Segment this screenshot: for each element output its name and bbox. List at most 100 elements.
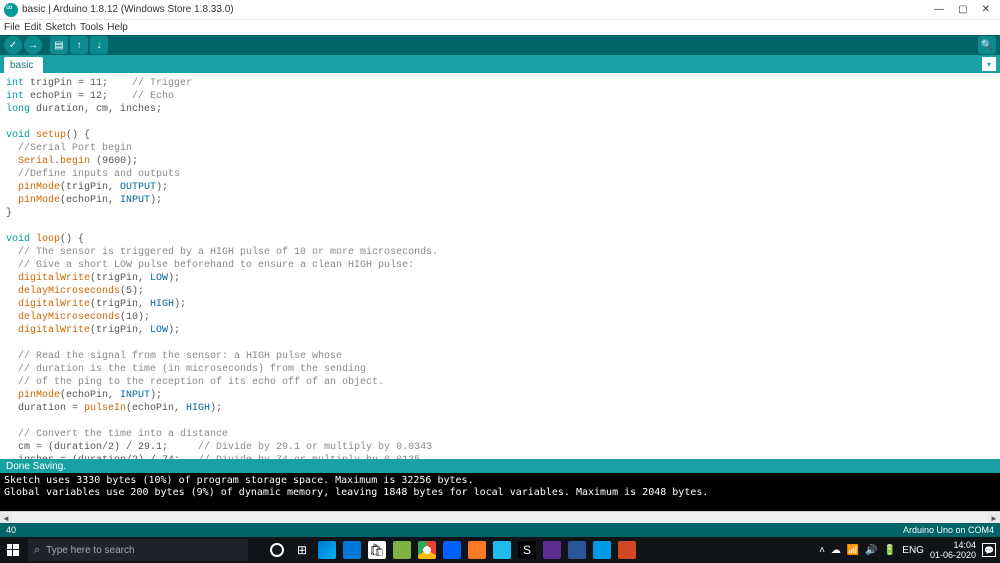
chrome-icon[interactable] <box>418 541 436 559</box>
editor-footer: 40 Arduino Uno on COM4 <box>0 523 1000 537</box>
verify-button[interactable]: ✓ <box>4 36 22 54</box>
scroll-right-arrow[interactable]: ► <box>988 513 1000 523</box>
console-line: Global variables use 200 bytes (9%) of d… <box>4 487 996 499</box>
menu-file[interactable]: File <box>4 22 20 33</box>
maximize-button[interactable]: ▢ <box>958 4 967 15</box>
task-view-icon[interactable]: ⊞ <box>293 541 311 559</box>
edge-icon[interactable] <box>318 541 336 559</box>
tray-date: 01-06-2020 <box>930 550 976 560</box>
code-token: // Trigger <box>132 78 192 89</box>
sketch-tab[interactable]: basic <box>4 57 43 73</box>
code-token: // The sensor is triggered by a HIGH pul… <box>6 247 438 258</box>
code-token <box>6 299 18 310</box>
code-token: // Read the signal from the sensor: a HI… <box>6 351 342 362</box>
code-token: void <box>6 234 30 245</box>
new-sketch-button[interactable]: ▤ <box>50 36 68 54</box>
code-token: OUTPUT <box>120 182 156 193</box>
toolbar: ✓ → ▤ ↑ ↓ 🔍 <box>0 35 1000 55</box>
taskbar-pinned-apps: ⊞ 🛍 S <box>268 541 636 559</box>
code-token: digitalWrite <box>18 273 90 284</box>
search-icon: ⌕ <box>34 544 40 557</box>
sketch-tab-label: basic <box>10 60 33 71</box>
code-token: pinMode <box>18 390 60 401</box>
tray-battery-icon[interactable]: 🔋 <box>884 545 896 556</box>
scroll-left-arrow[interactable]: ◄ <box>0 513 12 523</box>
code-token <box>6 390 18 401</box>
code-token: // Divide by 74 or multiply by 0.0135 <box>198 455 420 459</box>
word-icon[interactable] <box>568 541 586 559</box>
open-sketch-button[interactable]: ↑ <box>70 36 88 54</box>
code-token: //Serial Port begin <box>6 143 132 154</box>
window-titlebar: basic | Arduino 1.8.12 (Windows Store 1.… <box>0 0 1000 20</box>
ie-icon[interactable] <box>493 541 511 559</box>
tray-chevron-icon[interactable]: ˄ <box>819 545 825 556</box>
code-token <box>6 286 18 297</box>
menu-help[interactable]: Help <box>107 22 128 33</box>
code-token <box>6 312 18 323</box>
tray-volume-icon[interactable]: 🔊 <box>865 545 877 556</box>
menu-bar: File Edit Sketch Tools Help <box>0 20 1000 35</box>
tray-clock[interactable]: 14:04 01-06-2020 <box>930 540 976 560</box>
code-token: (echoPin, <box>126 403 186 414</box>
arduino-taskbar-icon[interactable] <box>593 541 611 559</box>
tray-language[interactable]: ENG <box>902 545 924 556</box>
code-token: (trigPin, <box>90 325 150 336</box>
taskbar-search[interactable]: ⌕ Type here to search <box>28 539 248 561</box>
tray-time: 14:04 <box>930 540 976 550</box>
code-token: ); <box>150 195 162 206</box>
cortana-icon[interactable] <box>268 541 286 559</box>
board-port-label: Arduino Uno on COM4 <box>903 525 994 535</box>
code-token: (5); <box>120 286 144 297</box>
code-token: cm = (duration/2) / 29.1; <box>6 442 198 453</box>
visualstudio-icon[interactable] <box>543 541 561 559</box>
code-token: // Convert the time into a distance <box>6 429 228 440</box>
code-token: duration, cm, inches; <box>30 104 162 115</box>
code-token: (10); <box>120 312 150 323</box>
code-token: ); <box>174 299 186 310</box>
code-token: ); <box>150 390 162 401</box>
tab-bar: basic ▾ <box>0 55 1000 73</box>
app-green-icon[interactable] <box>393 541 411 559</box>
sublime-icon[interactable]: S <box>518 541 536 559</box>
cursor-position: 40 <box>6 525 16 535</box>
window-title: basic | Arduino 1.8.12 (Windows Store 1.… <box>22 4 934 15</box>
code-token: (echoPin, <box>60 195 120 206</box>
tray-wifi-icon[interactable]: 📶 <box>847 545 859 556</box>
menu-sketch[interactable]: Sketch <box>45 22 76 33</box>
tab-menu-button[interactable]: ▾ <box>982 57 996 71</box>
code-token: int <box>6 91 24 102</box>
upload-button[interactable]: → <box>24 36 42 54</box>
serial-monitor-button[interactable]: 🔍 <box>978 36 996 54</box>
code-token: void <box>6 130 30 141</box>
start-button[interactable] <box>0 537 26 563</box>
code-token: ); <box>168 325 180 336</box>
code-token: begin <box>60 156 90 167</box>
minimize-button[interactable]: — <box>934 4 944 15</box>
save-sketch-button[interactable]: ↓ <box>90 36 108 54</box>
code-token: //Define inputs and outputs <box>6 169 180 180</box>
xampp-icon[interactable] <box>468 541 486 559</box>
console-line: Sketch uses 3330 bytes (10%) of program … <box>4 475 996 487</box>
horizontal-scrollbar[interactable]: ◄ ► <box>0 511 1000 523</box>
code-token: // Echo <box>132 91 174 102</box>
code-token: Serial <box>18 156 54 167</box>
code-token: INPUT <box>120 390 150 401</box>
store-icon[interactable]: 🛍 <box>368 541 386 559</box>
powerpoint-icon[interactable] <box>618 541 636 559</box>
code-editor[interactable]: int trigPin = 11; // Trigger int echoPin… <box>0 73 1000 459</box>
code-token: // Divide by 29.1 or multiply by 0.0343 <box>198 442 432 453</box>
menu-tools[interactable]: Tools <box>80 22 103 33</box>
dropbox-icon[interactable] <box>443 541 461 559</box>
action-center-icon[interactable]: 💬 <box>982 543 996 557</box>
search-placeholder: Type here to search <box>46 545 134 556</box>
code-token: () { <box>66 130 90 141</box>
compile-console[interactable]: Sketch uses 3330 bytes (10%) of program … <box>0 473 1000 511</box>
tray-cloud-icon[interactable]: ☁ <box>831 545 841 556</box>
code-token <box>6 195 18 206</box>
code-token: (trigPin, <box>90 273 150 284</box>
code-token <box>6 273 18 284</box>
code-token: pinMode <box>18 182 60 193</box>
menu-edit[interactable]: Edit <box>24 22 41 33</box>
mail-icon[interactable] <box>343 541 361 559</box>
close-button[interactable]: ✕ <box>982 4 990 15</box>
